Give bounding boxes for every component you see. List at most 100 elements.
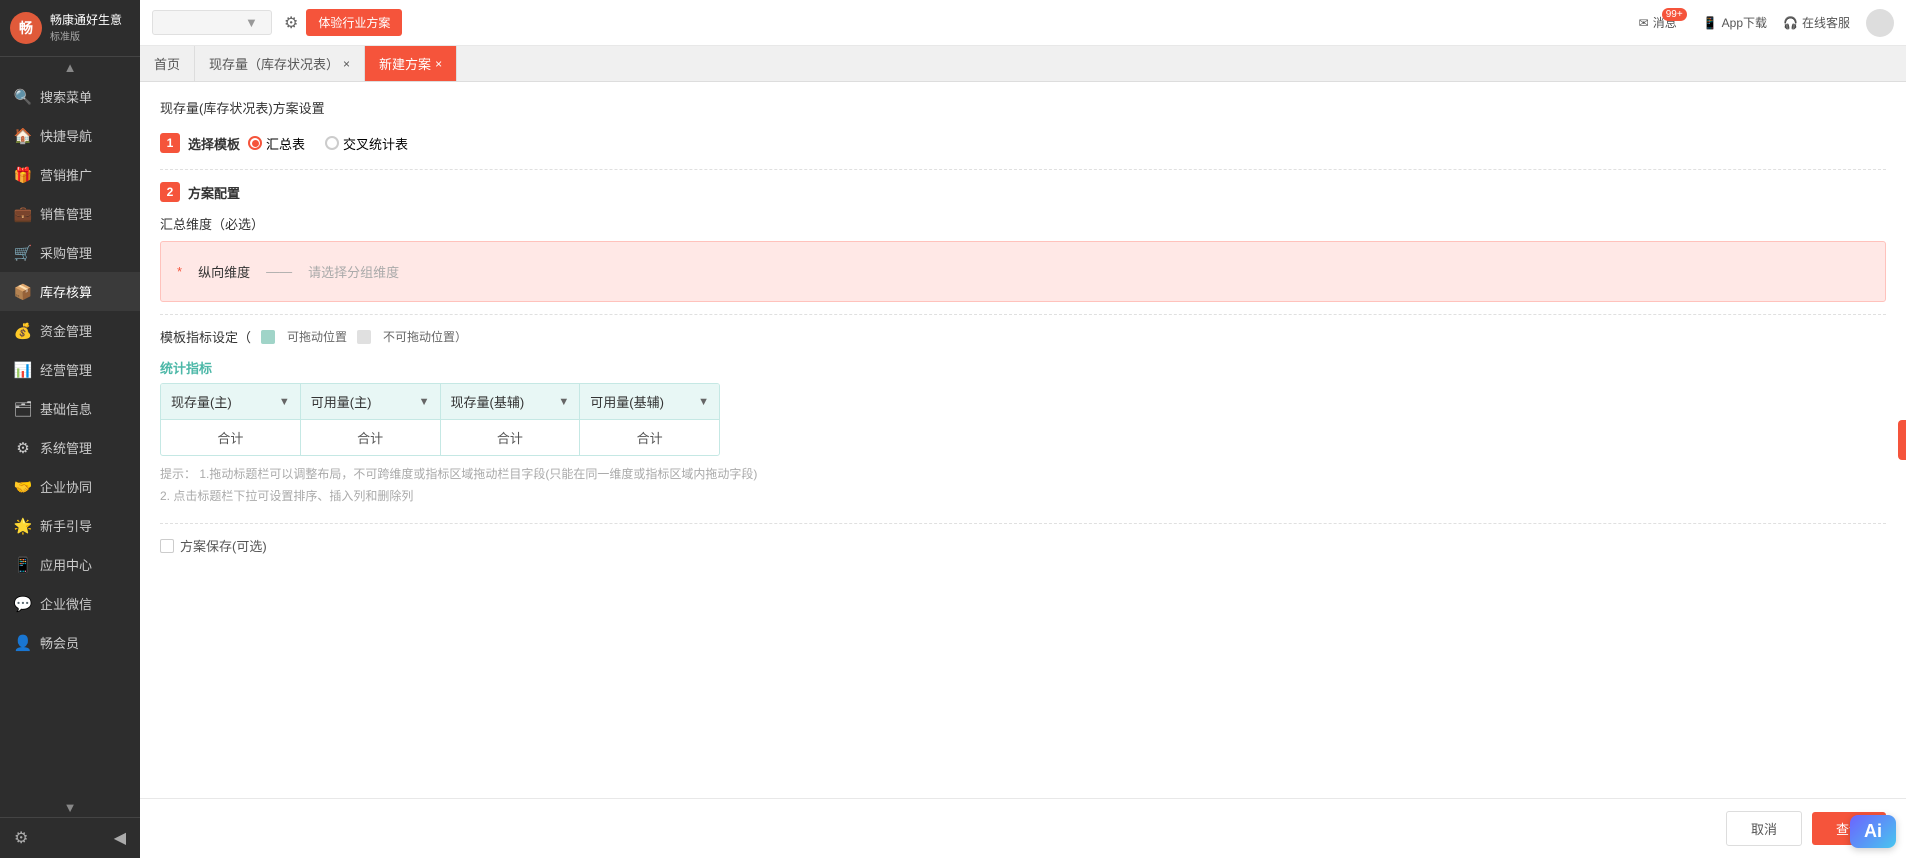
chevron-down-icon-2[interactable]: ▼ — [419, 396, 430, 408]
stats-col-1: 现存量(主) ▼ — [161, 384, 301, 420]
sidebar-item-search[interactable]: 🔍 搜索菜单 — [0, 77, 140, 116]
app-download-button[interactable]: 📱 App下载 — [1703, 14, 1767, 31]
message-badge: 99+ — [1662, 8, 1687, 21]
tips: 提示： 1.拖动标题栏可以调整布局，不可跨维度或指标区域拖动栏目字段(只能在同一… — [160, 464, 1886, 507]
stats-body-cell-1: 合计 — [161, 420, 300, 455]
sidebar-logo: 畅 畅康通好生意 标准版 — [0, 0, 140, 57]
agg-section: 汇总维度（必选） * 纵向维度 —— 请选择分组维度 — [160, 214, 1886, 302]
cart-icon: 🛒 — [14, 244, 32, 262]
chevron-down-icon-3[interactable]: ▼ — [558, 396, 569, 408]
vert-dim-placeholder: 请选择分组维度 — [308, 262, 399, 281]
system-icon: ⚙ — [14, 439, 32, 457]
radio-cross[interactable]: 交叉统计表 — [325, 134, 408, 153]
step2-header: 2 方案配置 — [160, 182, 1886, 202]
chevron-down-icon-1[interactable]: ▼ — [279, 396, 290, 408]
sidebar-item-marketing[interactable]: 🎁 营销推广 — [0, 155, 140, 194]
stats-col-4: 可用量(基辅) ▼ — [580, 384, 719, 420]
basic-icon: 🗂 — [14, 400, 32, 418]
stats-label: 统计指标 — [160, 358, 1886, 377]
user-avatar[interactable] — [1866, 9, 1894, 37]
sidebar-scroll-up[interactable]: ▲ — [0, 57, 140, 77]
sales-icon: 💼 — [14, 205, 32, 223]
sidebar-item-label: 畅会员 — [40, 633, 79, 652]
sidebar-item-appstore[interactable]: 📱 应用中心 — [0, 545, 140, 584]
radio-summary[interactable]: 汇总表 — [248, 134, 305, 153]
right-edge-handle[interactable] — [1898, 420, 1906, 460]
ai-badge[interactable]: Ai — [1850, 815, 1896, 848]
wechat-icon: 💬 — [14, 595, 32, 613]
topbar-dropdown-icon[interactable]: ▼ — [245, 15, 258, 30]
sidebar-item-label: 资金管理 — [40, 321, 92, 340]
trial-button[interactable]: 体验行业方案 — [306, 9, 402, 36]
template-indicators-label: 模板指标设定（ — [160, 327, 251, 346]
stats-col-2: 可用量(主) ▼ — [301, 384, 441, 420]
stats-body-cell-4: 合计 — [580, 420, 719, 455]
sidebar-item-label: 企业微信 — [40, 594, 92, 613]
message-button[interactable]: ✉ 消息 99+ — [1639, 14, 1677, 31]
sidebar-item-label: 营销推广 — [40, 165, 92, 184]
step1-badge: 1 — [160, 133, 180, 153]
sidebar-item-shortcut[interactable]: 🏠 快捷导航 — [0, 116, 140, 155]
sidebar-item-management[interactable]: 📊 经营管理 — [0, 350, 140, 389]
sidebar-item-sales[interactable]: 💼 销售管理 — [0, 194, 140, 233]
logo-badge: 标准版 — [50, 28, 122, 43]
template-indicators: 模板指标设定（ 可拖动位置 不可拖动位置） — [160, 327, 1886, 346]
tips-title: 提示： — [160, 467, 196, 481]
stats-table: 现存量(主) ▼ 可用量(主) ▼ 现存量(基辅) ▼ — [160, 383, 720, 456]
draggable-label: 可拖动位置 — [287, 328, 347, 345]
divider-1 — [160, 169, 1886, 170]
sidebar-scroll-down[interactable]: ▼ — [0, 797, 140, 817]
search-icon: 🔍 — [14, 88, 32, 106]
stats-body-cell-2: 合计 — [301, 420, 440, 455]
vert-dim-label: 纵向维度 — [198, 262, 250, 281]
app-icon: 📱 — [1703, 16, 1718, 30]
tip1-text: 1.拖动标题栏可以调整布局，不可跨维度或指标区域拖动栏目字段(只能在同一维度或指… — [199, 467, 757, 481]
stats-header-cell-4[interactable]: 可用量(基辅) ▼ — [580, 384, 719, 420]
newuser-icon: 🌟 — [14, 517, 32, 535]
sidebar-item-basic[interactable]: 🗂 基础信息 — [0, 389, 140, 428]
sidebar-item-purchase[interactable]: 🛒 采购管理 — [0, 233, 140, 272]
save-checkbox[interactable] — [160, 539, 174, 553]
sidebar-item-inventory[interactable]: 📦 库存核算 — [0, 272, 140, 311]
sidebar-item-member[interactable]: 👤 畅会员 — [0, 623, 140, 662]
tab-close-inventory[interactable]: × — [343, 57, 350, 71]
topbar-gear-icon[interactable]: ⚙ — [284, 13, 298, 33]
search-input[interactable] — [161, 16, 241, 30]
draggable-badge — [261, 330, 275, 344]
sidebar-nav: 🔍 搜索菜单 🏠 快捷导航 🎁 营销推广 💼 销售管理 🛒 采购管理 📦 库存核… — [0, 77, 140, 797]
sidebar-item-finance[interactable]: 💰 资金管理 — [0, 311, 140, 350]
topbar-search[interactable]: ▼ — [152, 10, 272, 35]
sidebar-item-wechat[interactable]: 💬 企业微信 — [0, 584, 140, 623]
stats-table-header: 现存量(主) ▼ 可用量(主) ▼ 现存量(基辅) ▼ — [161, 384, 719, 420]
inventory-icon: 📦 — [14, 283, 32, 301]
stats-col-3: 现存量(基辅) ▼ — [441, 384, 581, 420]
app-icon: 📱 — [14, 556, 32, 574]
vert-dim-area[interactable]: * 纵向维度 —— 请选择分组维度 — [160, 241, 1886, 302]
app-download-label: App下载 — [1722, 14, 1767, 31]
radio-summary-circle — [248, 136, 262, 150]
settings-bottom-icon[interactable]: ⚙ — [14, 828, 28, 848]
sidebar-item-newuser[interactable]: 🌟 新手引导 — [0, 506, 140, 545]
stats-body-col-2: 合计 — [301, 420, 441, 455]
sidebar-item-enterprise[interactable]: 🤝 企业协同 — [0, 467, 140, 506]
main-area: ▼ ⚙ 体验行业方案 ✉ 消息 99+ 📱 App下载 🎧 在线客服 首页 — [140, 0, 1906, 858]
cancel-button[interactable]: 取消 — [1726, 811, 1802, 846]
step1-title: 选择模板 — [188, 134, 240, 153]
stats-body-col-1: 合计 — [161, 420, 301, 455]
topbar-right: ✉ 消息 99+ 📱 App下载 🎧 在线客服 — [1639, 9, 1894, 37]
topbar: ▼ ⚙ 体验行业方案 ✉ 消息 99+ 📱 App下载 🎧 在线客服 — [140, 0, 1906, 46]
stats-header-cell-1[interactable]: 现存量(主) ▼ — [161, 384, 300, 420]
tab-home[interactable]: 首页 — [140, 46, 195, 81]
collapse-icon[interactable]: ◀ — [114, 828, 126, 848]
sidebar-bottom: ⚙ ◀ — [0, 817, 140, 858]
tab-new-scheme[interactable]: 新建方案 × — [365, 46, 457, 81]
sidebar-item-system[interactable]: ⚙ 系统管理 — [0, 428, 140, 467]
sidebar: 畅 畅康通好生意 标准版 ▲ 🔍 搜索菜单 🏠 快捷导航 🎁 营销推广 💼 销售… — [0, 0, 140, 858]
tab-close-new-scheme[interactable]: × — [435, 57, 442, 71]
tab-inventory-status[interactable]: 现存量（库存状况表） × — [195, 46, 365, 81]
stats-header-cell-3[interactable]: 现存量(基辅) ▼ — [441, 384, 580, 420]
stats-header-cell-2[interactable]: 可用量(主) ▼ — [301, 384, 440, 420]
online-service-button[interactable]: 🎧 在线客服 — [1783, 14, 1850, 31]
gift-icon: 🎁 — [14, 166, 32, 184]
chevron-down-icon-4[interactable]: ▼ — [698, 396, 709, 408]
